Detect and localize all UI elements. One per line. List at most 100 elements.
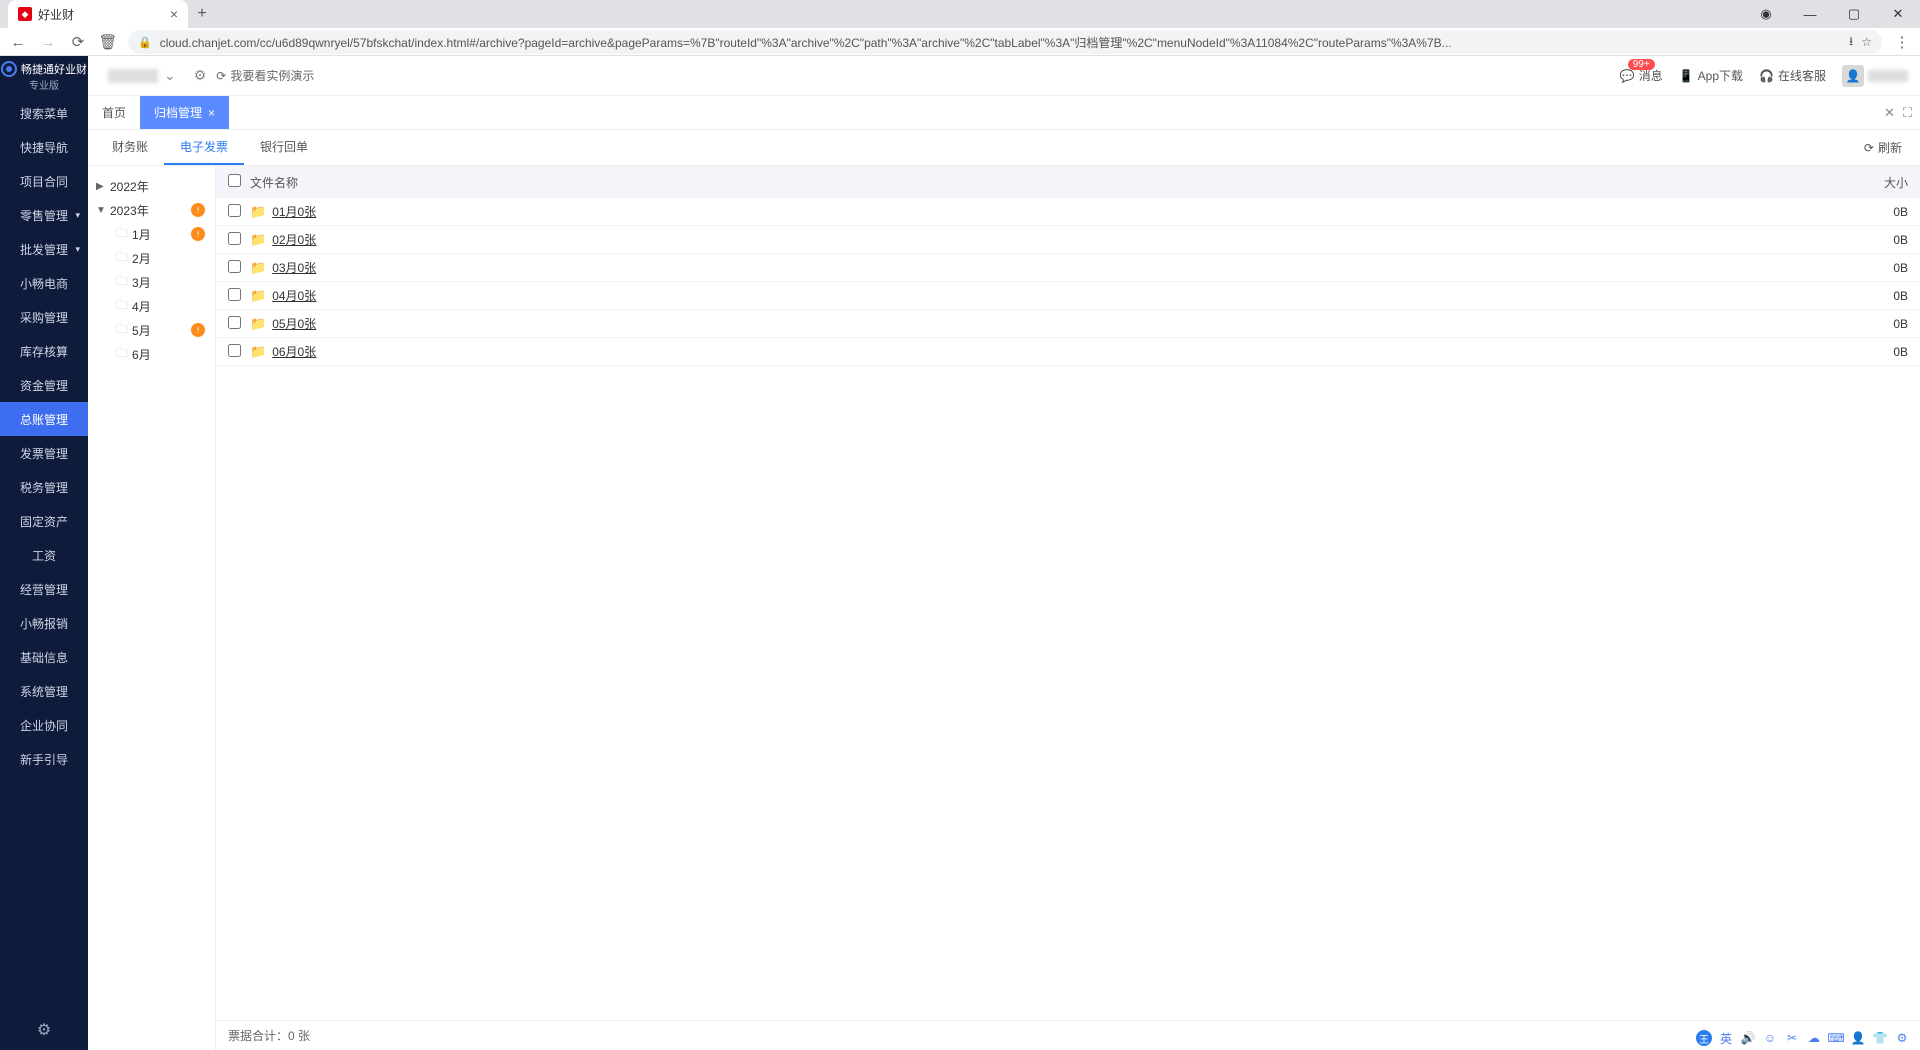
row-checkbox[interactable] xyxy=(228,260,241,273)
file-link[interactable]: 05月0张 xyxy=(272,317,316,331)
file-link[interactable]: 06月0张 xyxy=(272,345,316,359)
file-row: 📁02月0张0B xyxy=(216,226,1920,254)
tree-month[interactable]: 🗀6月 xyxy=(92,342,211,366)
avatar-icon: 👤 xyxy=(1842,65,1864,87)
ime-scissors-icon[interactable]: ✂ xyxy=(1784,1030,1800,1046)
sidebar-item[interactable]: 小畅报销 xyxy=(0,606,88,640)
ime-cloud-icon[interactable]: ☁ xyxy=(1806,1030,1822,1046)
app-root: 畅捷通好业财 专业版 搜索菜单快捷导航项目合同零售管理▾批发管理▾小畅电商采购管… xyxy=(0,56,1920,1050)
tree-year[interactable]: ▶2022年 xyxy=(92,174,211,198)
sidebar-item[interactable]: 小畅电商 xyxy=(0,266,88,300)
browser-tab[interactable]: ◆ 好业财 × xyxy=(8,0,188,28)
tree-month[interactable]: 🗀2月 xyxy=(92,246,211,270)
ime-voice-icon[interactable]: 🔊 xyxy=(1740,1030,1756,1046)
tree-panel: ▶2022年▼2023年!🗀1月!🗀2月🗀3月🗀4月🗀5月!🗀6月 xyxy=(88,166,216,1050)
message-icon: 💬 xyxy=(1620,69,1635,83)
row-checkbox[interactable] xyxy=(228,316,241,329)
ime-toolbar[interactable]: 王 英 🔊 ☺ ✂ ☁ ⌨ 👤 👕 ⚙ xyxy=(1696,1030,1910,1046)
maximize-icon[interactable]: ▢ xyxy=(1832,0,1876,28)
new-tab-button[interactable]: + xyxy=(188,0,216,28)
tab-title: 好业财 xyxy=(38,6,74,23)
close-tab-icon[interactable]: × xyxy=(170,6,178,22)
sub-tab[interactable]: 电子发票 xyxy=(164,130,244,165)
tree-month[interactable]: 🗀1月! xyxy=(92,222,211,246)
col-name-header: 文件名称 xyxy=(250,174,1838,191)
install-icon[interactable]: ⭳ xyxy=(1849,32,1853,53)
demo-link[interactable]: ⟳ 我要看实例演示 xyxy=(216,67,314,84)
sidebar-item[interactable]: 企业协同 xyxy=(0,708,88,742)
refresh-button[interactable]: ⟳ 刷新 xyxy=(1864,139,1902,156)
ime-logo-icon: 王 xyxy=(1696,1030,1712,1046)
sub-tab[interactable]: 银行回单 xyxy=(244,130,324,165)
sidebar-item[interactable]: 系统管理 xyxy=(0,674,88,708)
close-all-tabs-icon[interactable]: ✕ xyxy=(1884,105,1895,121)
settings-icon[interactable]: ⚙ xyxy=(0,1010,88,1050)
sidebar-item[interactable]: 发票管理 xyxy=(0,436,88,470)
back-icon[interactable]: ← xyxy=(8,34,28,51)
sidebar-item[interactable]: 基础信息 xyxy=(0,640,88,674)
sidebar-item[interactable]: 税务管理 xyxy=(0,470,88,504)
page-tab[interactable]: 首页 xyxy=(88,96,140,129)
row-checkbox[interactable] xyxy=(228,232,241,245)
ime-mode[interactable]: 英 xyxy=(1718,1030,1734,1046)
sidebar-item[interactable]: 总账管理 xyxy=(0,402,88,436)
file-size: 0B xyxy=(1838,345,1908,359)
org-selector[interactable]: ⌄ xyxy=(100,64,184,87)
star-icon[interactable]: ☆ xyxy=(1861,35,1872,49)
sidebar-item[interactable]: 零售管理▾ xyxy=(0,198,88,232)
folder-icon: 🗀 xyxy=(116,296,128,317)
sidebar-item[interactable]: 库存核算 xyxy=(0,334,88,368)
row-checkbox[interactable] xyxy=(228,344,241,357)
tree-month[interactable]: 🗀3月 xyxy=(92,270,211,294)
gear-icon[interactable]: ⚙ xyxy=(194,67,207,84)
close-icon[interactable]: × xyxy=(208,106,215,120)
select-all-checkbox[interactable] xyxy=(228,174,241,187)
sidebar-item[interactable]: 快捷导航 xyxy=(0,130,88,164)
tree-month[interactable]: 🗀5月! xyxy=(92,318,211,342)
sidebar-item[interactable]: 新手引导 xyxy=(0,742,88,776)
file-link[interactable]: 02月0张 xyxy=(272,233,316,247)
forward-icon[interactable]: → xyxy=(38,34,58,51)
url-bar[interactable]: 🔒 cloud.chanjet.com/cc/u6d89qwnryel/57bf… xyxy=(128,30,1882,54)
ime-keyboard-icon[interactable]: ⌨ xyxy=(1828,1030,1844,1046)
file-row: 📁01月0张0B xyxy=(216,198,1920,226)
sidebar-item[interactable]: 批发管理▾ xyxy=(0,232,88,266)
sidebar-item[interactable]: 搜索菜单 xyxy=(0,96,88,130)
file-row: 📁03月0张0B xyxy=(216,254,1920,282)
message-badge: 99+ xyxy=(1628,59,1655,70)
caret-icon: ▾ xyxy=(75,210,80,221)
close-window-icon[interactable]: ✕ xyxy=(1876,0,1920,28)
messages-link[interactable]: 99+ 💬 消息 xyxy=(1620,67,1663,84)
ime-settings-icon[interactable]: ⚙ xyxy=(1894,1030,1910,1046)
sidebar-item[interactable]: 固定资产 xyxy=(0,504,88,538)
sidebar-item[interactable]: 采购管理 xyxy=(0,300,88,334)
list-header: 文件名称 大小 xyxy=(216,166,1920,198)
ime-shirt-icon[interactable]: 👕 xyxy=(1872,1030,1888,1046)
file-link[interactable]: 01月0张 xyxy=(272,205,316,219)
support-link[interactable]: 🎧 在线客服 xyxy=(1759,67,1826,84)
row-checkbox[interactable] xyxy=(228,204,241,217)
sidebar-item[interactable]: 项目合同 xyxy=(0,164,88,198)
account-icon[interactable]: ◉ xyxy=(1744,0,1788,28)
reload-icon[interactable]: ⟳ xyxy=(68,33,88,51)
ime-user-icon[interactable]: 👤 xyxy=(1850,1030,1866,1046)
file-link[interactable]: 04月0张 xyxy=(272,289,316,303)
sidebar-item[interactable]: 资金管理 xyxy=(0,368,88,402)
sidebar-item[interactable]: 经营管理 xyxy=(0,572,88,606)
file-link[interactable]: 03月0张 xyxy=(272,261,316,275)
tree-year[interactable]: ▼2023年! xyxy=(92,198,211,222)
row-checkbox[interactable] xyxy=(228,288,241,301)
delete-icon[interactable]: 🗑 xyxy=(98,33,118,51)
fullscreen-icon[interactable]: ⛶ xyxy=(1903,105,1912,121)
sub-tab[interactable]: 财务账 xyxy=(96,130,164,165)
ime-emoji-icon[interactable]: ☺ xyxy=(1762,1030,1778,1046)
app-download-link[interactable]: 📱 App下载 xyxy=(1679,67,1743,84)
page-tab[interactable]: 归档管理× xyxy=(140,96,229,129)
menu-icon[interactable]: ⋮ xyxy=(1892,33,1912,51)
tree-month[interactable]: 🗀4月 xyxy=(92,294,211,318)
tab-bar: ◆ 好业财 × + ◉ — ▢ ✕ xyxy=(0,0,1920,28)
minimize-icon[interactable]: — xyxy=(1788,0,1832,28)
user-menu[interactable]: 👤 xyxy=(1842,65,1908,87)
sidebar-item[interactable]: 工资 xyxy=(0,538,88,572)
folder-icon: 📁 xyxy=(250,260,266,275)
